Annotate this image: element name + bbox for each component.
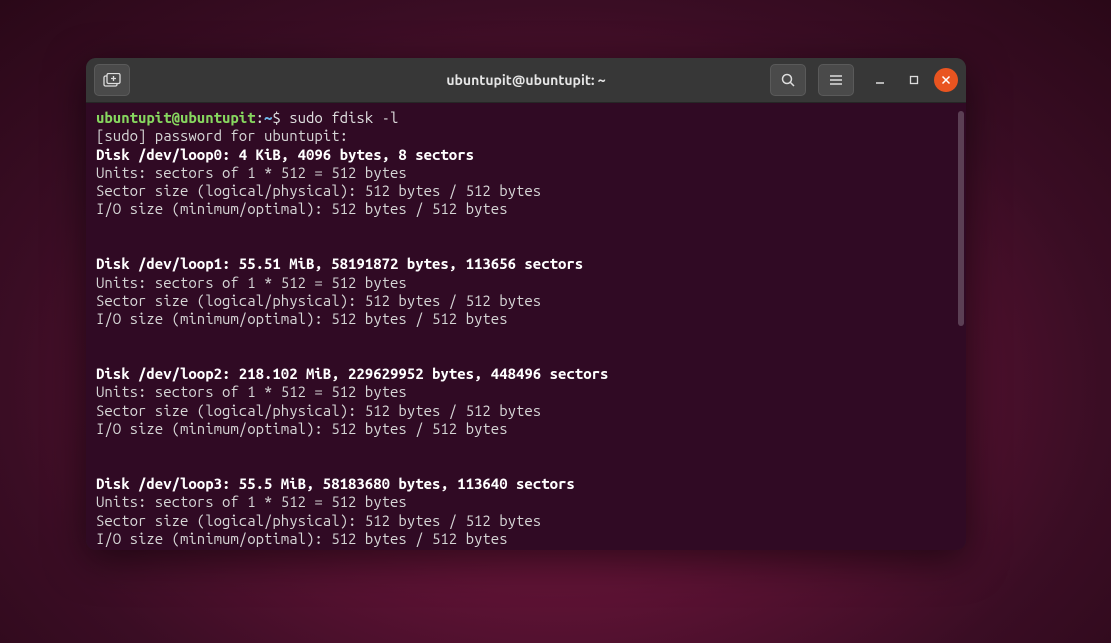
terminal-content[interactable]: ubuntupit@ubuntupit:~$ sudo fdisk -l [su… — [86, 103, 966, 550]
disk-units: Units: sectors of 1 * 512 = 512 bytes — [96, 164, 407, 181]
disk-sector: Sector size (logical/physical): 512 byte… — [96, 292, 541, 309]
disk-header: Disk /dev/loop0: 4 KiB, 4096 bytes, 8 se… — [96, 146, 474, 163]
disk-units: Units: sectors of 1 * 512 = 512 bytes — [96, 274, 407, 291]
maximize-icon — [908, 74, 920, 86]
titlebar-left — [94, 64, 136, 96]
disk-io: I/O size (minimum/optimal): 512 bytes / … — [96, 420, 508, 437]
command-text: sudo fdisk -l — [289, 109, 398, 126]
disk-units: Units: sectors of 1 * 512 = 512 bytes — [96, 493, 407, 510]
minimize-icon — [874, 74, 886, 86]
new-tab-icon — [103, 73, 121, 87]
prompt-separator: : — [256, 109, 264, 126]
new-tab-button[interactable] — [94, 64, 130, 96]
disk-header: Disk /dev/loop3: 55.5 MiB, 58183680 byte… — [96, 475, 575, 492]
prompt-symbol: $ — [272, 109, 280, 126]
disk-io: I/O size (minimum/optimal): 512 bytes / … — [96, 530, 508, 547]
close-icon — [941, 75, 951, 85]
disk-sector: Sector size (logical/physical): 512 byte… — [96, 182, 541, 199]
menu-button[interactable] — [818, 64, 854, 96]
close-button[interactable] — [934, 68, 958, 92]
prompt-user-host: ubuntupit@ubuntupit — [96, 109, 256, 126]
titlebar: ubuntupit@ubuntupit: ~ — [86, 58, 966, 103]
disk-units: Units: sectors of 1 * 512 = 512 bytes — [96, 383, 407, 400]
search-icon — [780, 72, 796, 88]
disk-io: I/O size (minimum/optimal): 512 bytes / … — [96, 310, 508, 327]
titlebar-right — [770, 64, 958, 96]
sudo-password-line: [sudo] password for ubuntupit: — [96, 127, 348, 144]
hamburger-icon — [828, 72, 844, 88]
maximize-button[interactable] — [900, 66, 928, 94]
disk-sector: Sector size (logical/physical): 512 byte… — [96, 512, 541, 529]
search-button[interactable] — [770, 64, 806, 96]
disk-header: Disk /dev/loop2: 218.102 MiB, 229629952 … — [96, 365, 608, 382]
disk-sector: Sector size (logical/physical): 512 byte… — [96, 402, 541, 419]
disk-io: I/O size (minimum/optimal): 512 bytes / … — [96, 200, 508, 217]
scrollbar-thumb[interactable] — [958, 111, 964, 326]
terminal-window: ubuntupit@ubuntupit: ~ — [86, 58, 966, 550]
minimize-button[interactable] — [866, 66, 894, 94]
disk-header: Disk /dev/loop1: 55.51 MiB, 58191872 byt… — [96, 255, 583, 272]
